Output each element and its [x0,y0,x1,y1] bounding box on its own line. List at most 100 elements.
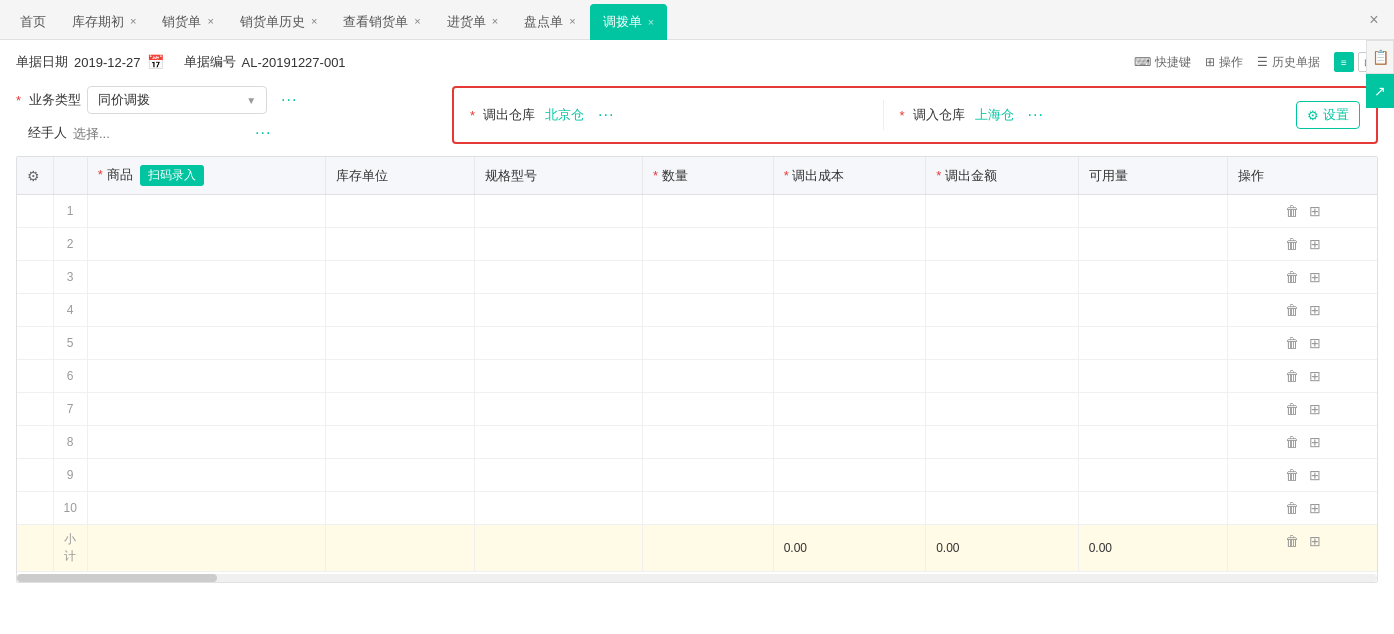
row-cost-cell[interactable] [773,228,926,261]
tab-stock-init[interactable]: 库存期初 × [60,4,148,40]
row-copy-icon[interactable]: ⊞ [1307,498,1323,518]
row-available-cell[interactable] [1078,261,1227,294]
row-amount-cell[interactable] [926,195,1079,228]
row-delete-icon[interactable]: 🗑 [1283,465,1301,485]
row-available-cell[interactable] [1078,393,1227,426]
tab-sales-history[interactable]: 销货单历史 × [228,4,329,40]
window-close-button[interactable]: × [1362,8,1386,32]
row-copy-icon[interactable]: ⊞ [1307,399,1323,419]
row-spec-cell[interactable] [474,294,642,327]
row-delete-icon[interactable]: 🗑 [1283,432,1301,452]
tab-home[interactable]: 首页 [8,4,58,40]
row-delete-icon[interactable]: 🗑 [1283,333,1301,353]
row-cost-cell[interactable] [773,426,926,459]
row-delete-icon[interactable]: 🗑 [1283,267,1301,287]
row-delete-icon[interactable]: 🗑 [1283,234,1301,254]
row-delete-icon[interactable]: 🗑 [1283,399,1301,419]
row-copy-icon[interactable]: ⊞ [1307,531,1323,551]
row-available-cell[interactable] [1078,492,1227,525]
row-unit-cell[interactable] [325,360,474,393]
row-unit-cell[interactable] [325,327,474,360]
tab-transfer[interactable]: 调拨单 × [590,4,667,40]
row-amount-cell[interactable] [926,393,1079,426]
horizontal-scrollbar[interactable] [17,574,1377,582]
tab-sales-order-close[interactable]: × [207,16,213,27]
row-delete-icon[interactable]: 🗑 [1283,498,1301,518]
row-cost-cell[interactable] [773,360,926,393]
row-product-cell[interactable] [87,459,325,492]
tab-view-sales-close[interactable]: × [414,16,420,27]
person-input[interactable] [73,126,241,141]
row-spec-cell[interactable] [474,228,642,261]
operations-action[interactable]: ⊞ 操作 [1205,54,1243,71]
row-copy-icon[interactable]: ⊞ [1307,267,1323,287]
row-delete-icon[interactable]: 🗑 [1283,366,1301,386]
row-spec-cell[interactable] [474,426,642,459]
row-spec-cell[interactable] [474,492,642,525]
row-product-cell[interactable] [87,492,325,525]
row-unit-cell[interactable] [325,195,474,228]
scrollbar-thumb[interactable] [17,574,217,582]
row-qty-cell[interactable] [642,393,773,426]
row-available-cell[interactable] [1078,294,1227,327]
row-amount-cell[interactable] [926,228,1079,261]
row-available-cell[interactable] [1078,426,1227,459]
row-amount-cell[interactable] [926,360,1079,393]
layout-list-icon[interactable]: ≡ [1334,52,1354,72]
row-spec-cell[interactable] [474,459,642,492]
row-product-cell[interactable] [87,228,325,261]
row-delete-icon[interactable]: 🗑 [1283,531,1301,551]
row-unit-cell[interactable] [325,492,474,525]
row-product-cell[interactable] [87,393,325,426]
business-type-select[interactable]: 同价调拨 ▼ [87,86,267,114]
table-scroll[interactable]: ⚙ * 商品 扫码录入 库存单位 规格型号 [17,157,1377,572]
row-qty-cell[interactable] [642,228,773,261]
row-qty-cell[interactable] [642,360,773,393]
row-cost-cell[interactable] [773,327,926,360]
row-unit-cell[interactable] [325,393,474,426]
row-cost-cell[interactable] [773,393,926,426]
row-product-cell[interactable] [87,360,325,393]
row-unit-cell[interactable] [325,228,474,261]
row-qty-cell[interactable] [642,294,773,327]
row-amount-cell[interactable] [926,327,1079,360]
row-cost-cell[interactable] [773,195,926,228]
calendar-icon[interactable]: 📅 [147,54,164,70]
settings-button[interactable]: ⚙ 设置 [1296,101,1360,129]
row-cost-cell[interactable] [773,492,926,525]
tab-inventory[interactable]: 盘点单 × [512,4,587,40]
column-settings-icon[interactable]: ⚙ [27,168,40,184]
row-qty-cell[interactable] [642,426,773,459]
row-available-cell[interactable] [1078,360,1227,393]
tab-stock-init-close[interactable]: × [130,16,136,27]
in-warehouse-more-icon[interactable]: ··· [1028,106,1044,124]
row-available-cell[interactable] [1078,195,1227,228]
row-spec-cell[interactable] [474,327,642,360]
row-copy-icon[interactable]: ⊞ [1307,465,1323,485]
row-cost-cell[interactable] [773,261,926,294]
shortcuts-action[interactable]: ⌨ 快捷键 [1134,54,1191,71]
row-product-cell[interactable] [87,195,325,228]
row-product-cell[interactable] [87,261,325,294]
row-copy-icon[interactable]: ⊞ [1307,432,1323,452]
row-copy-icon[interactable]: ⊞ [1307,366,1323,386]
row-qty-cell[interactable] [642,261,773,294]
tab-purchase-order[interactable]: 进货单 × [435,4,510,40]
row-spec-cell[interactable] [474,360,642,393]
row-delete-icon[interactable]: 🗑 [1283,201,1301,221]
row-available-cell[interactable] [1078,228,1227,261]
row-amount-cell[interactable] [926,261,1079,294]
row-spec-cell[interactable] [474,195,642,228]
row-unit-cell[interactable] [325,261,474,294]
row-product-cell[interactable] [87,327,325,360]
notes-button[interactable]: 📋 [1366,40,1394,74]
row-copy-icon[interactable]: ⊞ [1307,300,1323,320]
row-available-cell[interactable] [1078,459,1227,492]
row-unit-cell[interactable] [325,426,474,459]
tab-purchase-order-close[interactable]: × [492,16,498,27]
row-amount-cell[interactable] [926,459,1079,492]
out-warehouse-more-icon[interactable]: ··· [598,106,614,124]
row-qty-cell[interactable] [642,195,773,228]
row-qty-cell[interactable] [642,459,773,492]
tab-inventory-close[interactable]: × [569,16,575,27]
